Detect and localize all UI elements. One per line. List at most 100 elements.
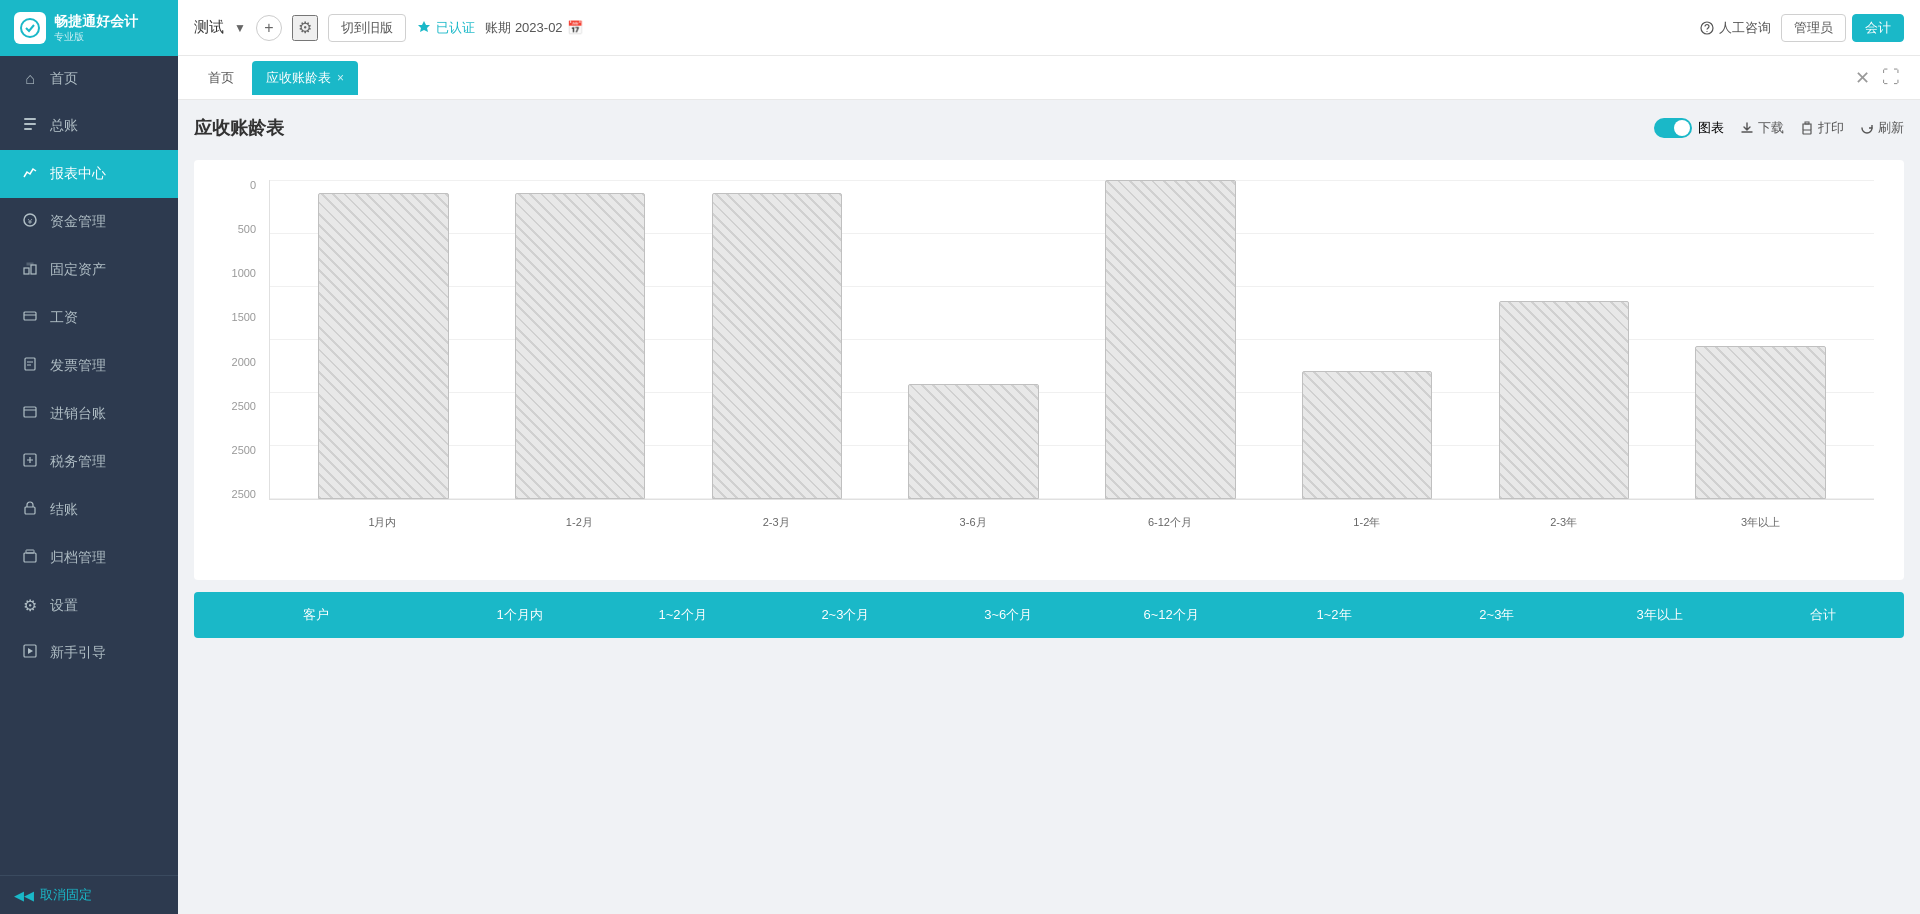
app-name-block: 畅捷通好会计 专业版 (54, 12, 138, 44)
tab-receivable-aging[interactable]: 应收账龄表 × (252, 61, 358, 95)
th-6-12m: 6~12个月 (1090, 592, 1253, 638)
th-customer: 客户 (194, 592, 438, 638)
x-label-3-6m: 3-6月 (880, 515, 1067, 530)
sidebar-item-label: 新手引导 (50, 644, 106, 662)
sidebar-item-ledger[interactable]: 总账 (0, 102, 178, 150)
bar-group-1m (290, 180, 477, 499)
calendar-icon[interactable]: 📅 (567, 20, 583, 35)
manager-button[interactable]: 管理员 (1781, 14, 1846, 42)
sidebar-item-label: 结账 (50, 501, 78, 519)
sidebar-item-settings[interactable]: ⚙ 设置 (0, 582, 178, 629)
verified-badge: 已认证 (416, 19, 475, 37)
download-button[interactable]: 下载 (1740, 119, 1784, 137)
refresh-button[interactable]: 刷新 (1860, 119, 1904, 137)
tabbar-right-controls: ✕ ⛶ (1851, 63, 1904, 93)
x-label-1m: 1月内 (289, 515, 476, 530)
page-content: 应收账龄表 图表 下载 打印 刷新 (178, 100, 1920, 914)
svg-rect-18 (24, 553, 36, 562)
tab-close-icon[interactable]: × (337, 71, 344, 85)
sidebar-item-invoice[interactable]: 发票管理 (0, 342, 178, 390)
th-1-2m: 1~2个月 (601, 592, 764, 638)
y-label-1000: 1000 (232, 268, 256, 279)
svg-marker-21 (28, 648, 33, 654)
table-header: 客户 1个月内 1~2个月 2~3个月 3~6个月 6~12个月 1~2年 2~… (194, 592, 1904, 638)
project-dropdown-icon[interactable]: ▼ (234, 21, 246, 35)
svg-point-23 (1706, 30, 1707, 31)
add-project-button[interactable]: + (256, 15, 282, 41)
unpin-button[interactable]: ◀◀ 取消固定 (0, 875, 178, 914)
bar-group-2-3y (1471, 180, 1658, 499)
svg-rect-11 (25, 358, 35, 370)
chart-inner (269, 180, 1874, 500)
accountant-button[interactable]: 会计 (1852, 14, 1904, 42)
sidebar-item-label: 发票管理 (50, 357, 106, 375)
bar-1-2m (515, 193, 646, 499)
x-label-2-3y: 2-3年 (1470, 515, 1657, 530)
bar-2-3m (712, 193, 843, 499)
tabbar-expand-button[interactable]: ⛶ (1878, 63, 1904, 92)
tabbar: 首页 应收账龄表 × ✕ ⛶ (178, 56, 1920, 100)
x-label-3y-plus: 3年以上 (1667, 515, 1854, 530)
sidebar-item-archive[interactable]: 归档管理 (0, 534, 178, 582)
sidebar-item-label: 归档管理 (50, 549, 106, 567)
sidebar-item-report[interactable]: 报表中心 (0, 150, 178, 198)
tabbar-close-button[interactable]: ✕ (1851, 63, 1874, 93)
download-label: 下载 (1758, 119, 1784, 137)
report-icon (20, 164, 40, 184)
y-label-0: 0 (250, 180, 256, 191)
svg-text:¥: ¥ (27, 217, 33, 226)
svg-rect-19 (26, 550, 34, 553)
bar-3-6m (908, 384, 1039, 499)
sidebar-item-tax[interactable]: 税务管理 (0, 438, 178, 486)
period-label: 账期 (485, 19, 511, 37)
consult-button[interactable]: 人工咨询 (1699, 19, 1771, 37)
x-label-1-2y: 1-2年 (1273, 515, 1460, 530)
sidebar-nav: ⌂ 首页 总账 报表中心 ¥ 资金管理 固定资产 (0, 56, 178, 875)
project-name: 测试 (194, 18, 224, 37)
app-edition: 专业版 (54, 30, 138, 44)
switch-old-version-button[interactable]: 切到旧版 (328, 14, 406, 42)
refresh-label: 刷新 (1878, 119, 1904, 137)
bar-3y-plus (1695, 346, 1826, 499)
sidebar-item-trade[interactable]: 进销台账 (0, 390, 178, 438)
trade-icon (20, 404, 40, 424)
x-label-6-12m: 6-12个月 (1077, 515, 1264, 530)
bar-group-1-2m (487, 180, 674, 499)
user-buttons: 管理员 会计 (1781, 14, 1904, 42)
sidebar-item-close[interactable]: 结账 (0, 486, 178, 534)
print-label: 打印 (1818, 119, 1844, 137)
sidebar-item-label: 首页 (50, 70, 78, 88)
x-axis: 1月内 1-2月 2-3月 3-6月 6-12个月 1-2年 2-3年 3年以上 (269, 504, 1874, 540)
y-label-500: 500 (238, 224, 256, 235)
svg-rect-9 (24, 312, 36, 320)
sidebar-item-home[interactable]: ⌂ 首页 (0, 56, 178, 102)
bars-container (270, 180, 1874, 499)
svg-rect-25 (1805, 122, 1809, 124)
sidebar-item-salary[interactable]: 工资 (0, 294, 178, 342)
topbar: 测试 ▼ + ⚙ 切到旧版 已认证 账期 2023-02 📅 人工咨询 管理员 … (178, 0, 1920, 56)
tab-receivable-aging-label: 应收账龄表 (266, 69, 331, 87)
project-settings-button[interactable]: ⚙ (292, 15, 318, 41)
bar-2-3y (1499, 301, 1630, 499)
sidebar-item-asset[interactable]: 固定资产 (0, 246, 178, 294)
sidebar-item-fund[interactable]: ¥ 资金管理 (0, 198, 178, 246)
settings-icon: ⚙ (20, 596, 40, 615)
unpin-label: 取消固定 (40, 886, 92, 904)
table-section: 客户 1个月内 1~2个月 2~3个月 3~6个月 6~12个月 1~2年 2~… (194, 592, 1904, 638)
th-2-3m: 2~3个月 (764, 592, 927, 638)
svg-rect-3 (24, 128, 32, 130)
unpin-icon: ◀◀ (14, 888, 34, 903)
y-label-2500-2: 2500 (232, 445, 256, 456)
bar-group-3-6m (880, 180, 1067, 499)
th-1-2y: 1~2年 (1253, 592, 1416, 638)
chart-toggle-container: 图表 (1654, 118, 1724, 138)
svg-rect-8 (27, 263, 33, 265)
bar-6-12m (1105, 180, 1236, 499)
print-button[interactable]: 打印 (1800, 119, 1844, 137)
chart-toggle[interactable] (1654, 118, 1692, 138)
sidebar-item-label: 进销台账 (50, 405, 106, 423)
tab-home[interactable]: 首页 (194, 61, 248, 95)
sidebar-item-guide[interactable]: 新手引导 (0, 629, 178, 677)
invoice-icon (20, 356, 40, 376)
y-axis: 2500 2500 2500 2000 1500 1000 500 0 (214, 180, 264, 500)
